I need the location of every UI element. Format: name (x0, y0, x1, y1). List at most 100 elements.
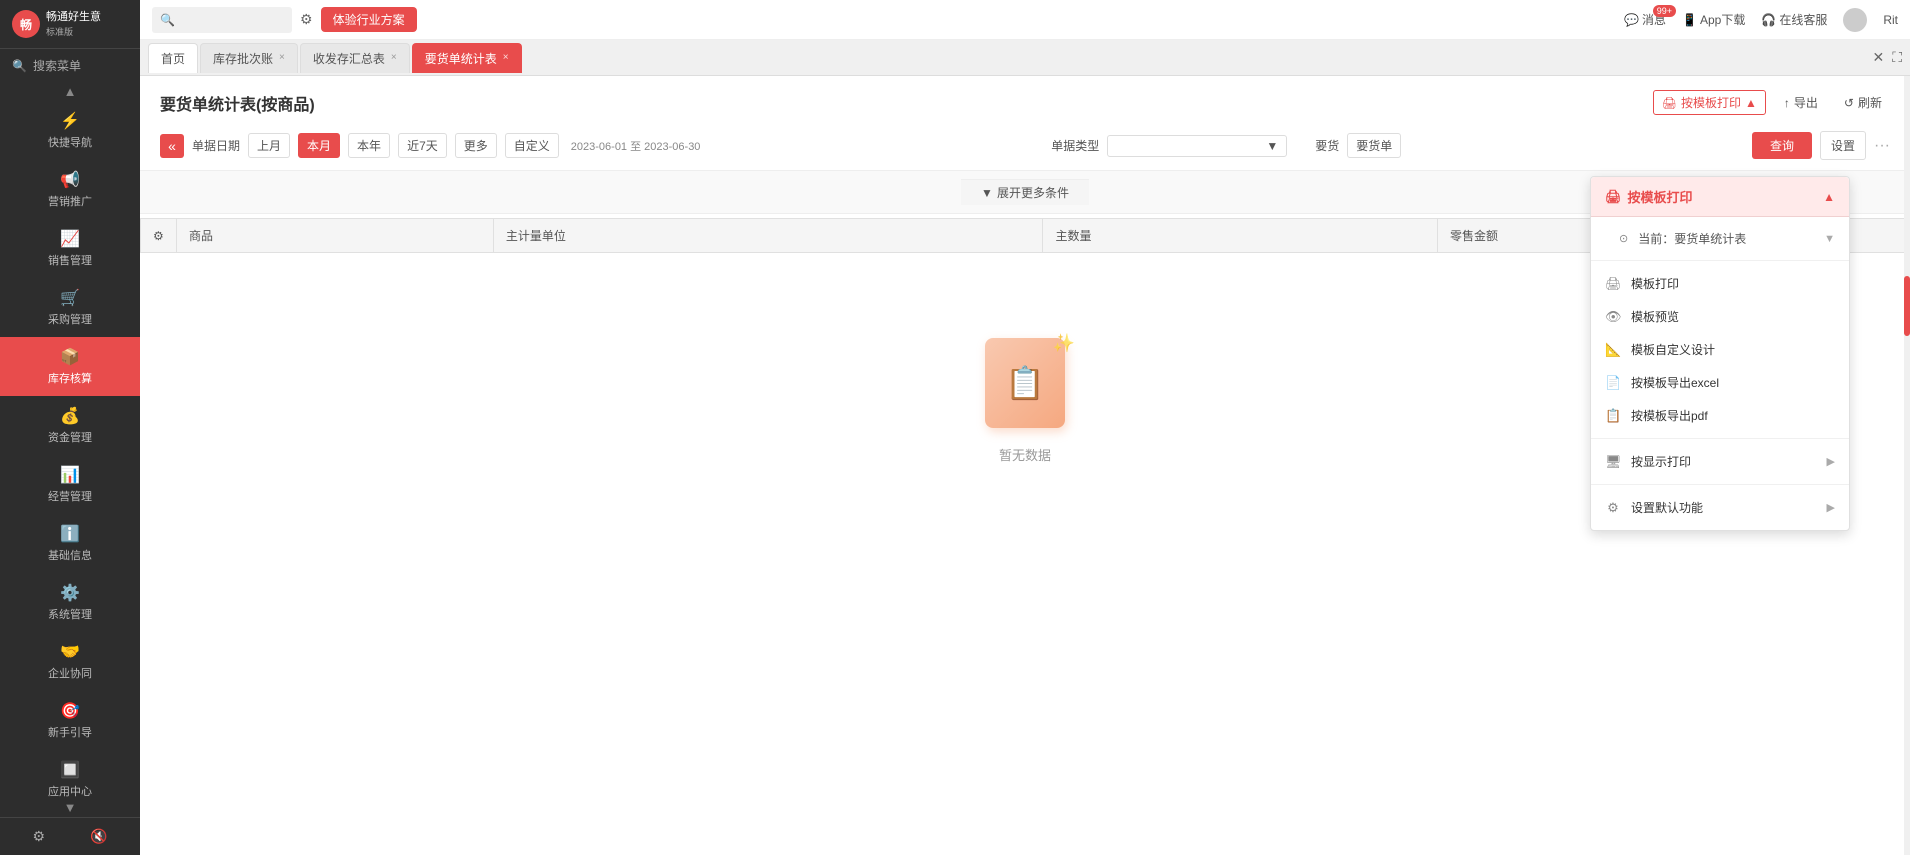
expand-more-icon: ▼ (981, 186, 993, 200)
trial-btn[interactable]: 体验行业方案 (321, 7, 417, 32)
tab-inventory-batch-close[interactable]: × (279, 53, 285, 63)
tab-close-all-btn[interactable]: ✕ (1872, 49, 1884, 66)
query-btn[interactable]: 查询 (1752, 132, 1812, 159)
sales-icon: 📈 (60, 229, 80, 249)
date-7days-btn[interactable]: 近7天 (398, 133, 447, 158)
tab-receipt-summary-label: 收发存汇总表 (313, 50, 385, 67)
dropdown-template-pdf[interactable]: 📋 按模板导出pdf (1591, 399, 1849, 432)
finance-icon: 💰 (60, 406, 80, 426)
guide-icon: 🎯 (60, 701, 80, 721)
dropdown-chevron-icon[interactable]: ▲ (1823, 190, 1835, 204)
dropdown-header: 🖨 按模板打印 ▲ (1591, 177, 1849, 217)
dropdown-template-print[interactable]: 🖨 模板打印 (1591, 267, 1849, 300)
refresh-btn-label: 刷新 (1858, 94, 1882, 111)
dropdown-default-section: ⚙ 设置默认功能 ▶ (1591, 485, 1849, 530)
tab-inventory-batch[interactable]: 库存批次账 × (200, 43, 298, 73)
logo-text-area: 畅通好生意 标准版 (46, 10, 101, 37)
messages-count: 99+ (1653, 5, 1676, 17)
export-btn[interactable]: ↑ 导出 (1776, 91, 1826, 114)
sidebar-item-quick-nav[interactable]: ⚡ 快捷导航 (0, 101, 140, 160)
marketing-label: 营销推广 (48, 193, 92, 209)
vertical-scrollbar[interactable] (1904, 76, 1910, 855)
user-avatar[interactable] (1843, 8, 1867, 32)
top-header: 🔍 ⚙ 体验行业方案 💬 消息 99+ 📱 App下载 🎧 在线客服 Rit (140, 0, 1910, 40)
yaohuodan-filter[interactable]: 要货单 (1347, 133, 1401, 158)
tab-receipt-summary[interactable]: 收发存汇总表 × (300, 43, 410, 73)
sidebar-item-operations[interactable]: 📊 经营管理 (0, 455, 140, 514)
sidebar-item-marketing[interactable]: 📢 营销推广 (0, 160, 140, 219)
date-custom-btn[interactable]: 自定义 (505, 133, 559, 158)
finance-label: 资金管理 (48, 429, 92, 445)
sales-label: 销售管理 (48, 252, 92, 268)
operations-icon: 📊 (60, 465, 80, 485)
enterprise-icon: 🤝 (60, 642, 80, 662)
display-print-arrow: ▶ (1827, 455, 1835, 468)
tab-home[interactable]: 首页 (148, 43, 198, 73)
template-excel-label: 按模板导出excel (1631, 374, 1719, 391)
search-icon: 🔍 (12, 59, 27, 73)
set-default-arrow: ▶ (1827, 501, 1835, 514)
date-last-month-btn[interactable]: 上月 (248, 133, 290, 158)
app-download[interactable]: 📱 App下载 (1682, 11, 1745, 28)
date-more-btn[interactable]: 更多 (455, 133, 497, 158)
current-template-arrow: ▼ (1824, 233, 1835, 245)
dropdown-template-excel[interactable]: 📄 按模板导出excel (1591, 366, 1849, 399)
sidebar-item-inventory[interactable]: 📦 库存核算 (0, 337, 140, 396)
operations-label: 经营管理 (48, 488, 92, 504)
scroll-up-btn[interactable]: ▲ (0, 82, 140, 101)
th-settings[interactable]: ⚙ (141, 219, 177, 253)
display-print-label: 按显示打印 (1631, 453, 1691, 470)
sidebar-item-basics[interactable]: ℹ️ 基础信息 (0, 514, 140, 573)
scrollbar-thumb[interactable] (1904, 276, 1910, 336)
enterprise-label: 企业协同 (48, 665, 92, 681)
settings-btn[interactable]: 设置 (1820, 131, 1866, 160)
dropdown-current-template[interactable]: ⊙ 当前：要货单统计表 ▼ (1591, 223, 1849, 254)
tab-receipt-summary-close[interactable]: × (391, 53, 397, 63)
template-print-label: 模板打印 (1631, 275, 1679, 292)
header-search[interactable]: 🔍 (152, 7, 292, 33)
messages-badge[interactable]: 💬 消息 99+ (1624, 11, 1666, 28)
set-default-icon: ⚙ (1605, 500, 1621, 516)
dropdown-template-preview[interactable]: 👁 模板预览 (1591, 300, 1849, 333)
sidebar-item-finance[interactable]: 💰 资金管理 (0, 396, 140, 455)
filter-area: « 单据日期 上月 本月 本年 近7天 更多 自定义 2023-06-01 至 … (140, 125, 1910, 170)
sidebar-item-system[interactable]: ⚙️ 系统管理 (0, 573, 140, 632)
refresh-btn[interactable]: ↺ 刷新 (1836, 91, 1890, 114)
settings-bottom-icon[interactable]: ⚙ (33, 828, 46, 845)
dropdown-template-design[interactable]: 📐 模板自定义设计 (1591, 333, 1849, 366)
print-chevron-up-icon: ▲ (1745, 96, 1757, 110)
main-area: 🔍 ⚙ 体验行业方案 💬 消息 99+ 📱 App下载 🎧 在线客服 Rit (140, 0, 1910, 855)
date-this-year-btn[interactable]: 本年 (348, 133, 390, 158)
date-range: 2023-06-01 至 2023-06-30 (571, 138, 701, 154)
header-gear-icon[interactable]: ⚙ (300, 11, 313, 28)
sidebar-search[interactable]: 🔍 搜索菜单 (0, 49, 140, 82)
dropdown-set-default[interactable]: ⚙ 设置默认功能 ▶ (1591, 491, 1849, 524)
template-excel-icon: 📄 (1605, 375, 1621, 391)
more-options-icon[interactable]: ··· (1874, 137, 1890, 155)
date-this-month-btn[interactable]: 本月 (298, 133, 340, 158)
dropdown-printer-icon: 🖨 (1605, 189, 1622, 205)
online-service[interactable]: 🎧 在线客服 (1761, 11, 1827, 28)
template-design-icon: 📐 (1605, 342, 1621, 358)
type-filter-select[interactable]: ▼ (1107, 135, 1287, 157)
sidebar-item-guide[interactable]: 🎯 新手引导 (0, 691, 140, 750)
message-icon: 💬 (1624, 13, 1639, 27)
appstore-label: 应用中心 (48, 783, 92, 798)
filter-more-btn[interactable]: ▼ 展开更多条件 (961, 179, 1089, 205)
tab-maximize-btn[interactable]: ⛶ (1892, 49, 1902, 66)
audio-bottom-icon[interactable]: 🔇 (90, 828, 107, 845)
print-btn[interactable]: 🖨 按模板打印 ▲ (1653, 90, 1766, 115)
display-print-icon: 🖥 (1605, 454, 1621, 470)
tab-order-summary-close[interactable]: × (503, 53, 509, 63)
headset-icon: 🎧 (1761, 13, 1776, 27)
filter-expand-btn[interactable]: « (160, 134, 184, 158)
page-header: 要货单统计表(按商品) 🖨 按模板打印 ▲ ↑ 导出 ↺ 刷新 (140, 76, 1910, 125)
inventory-label: 库存核算 (48, 370, 92, 386)
sidebar-item-appstore[interactable]: 🔲 应用中心 (0, 750, 140, 798)
sidebar-item-purchase[interactable]: 🛒 采购管理 (0, 278, 140, 337)
dropdown-display-print[interactable]: 🖥 按显示打印 ▶ (1591, 445, 1849, 478)
tab-order-summary[interactable]: 要货单统计表 × (412, 43, 522, 73)
sidebar-item-sales[interactable]: 📈 销售管理 (0, 219, 140, 278)
scroll-down-btn[interactable]: ▼ (0, 798, 140, 817)
sidebar-item-enterprise[interactable]: 🤝 企业协同 (0, 632, 140, 691)
